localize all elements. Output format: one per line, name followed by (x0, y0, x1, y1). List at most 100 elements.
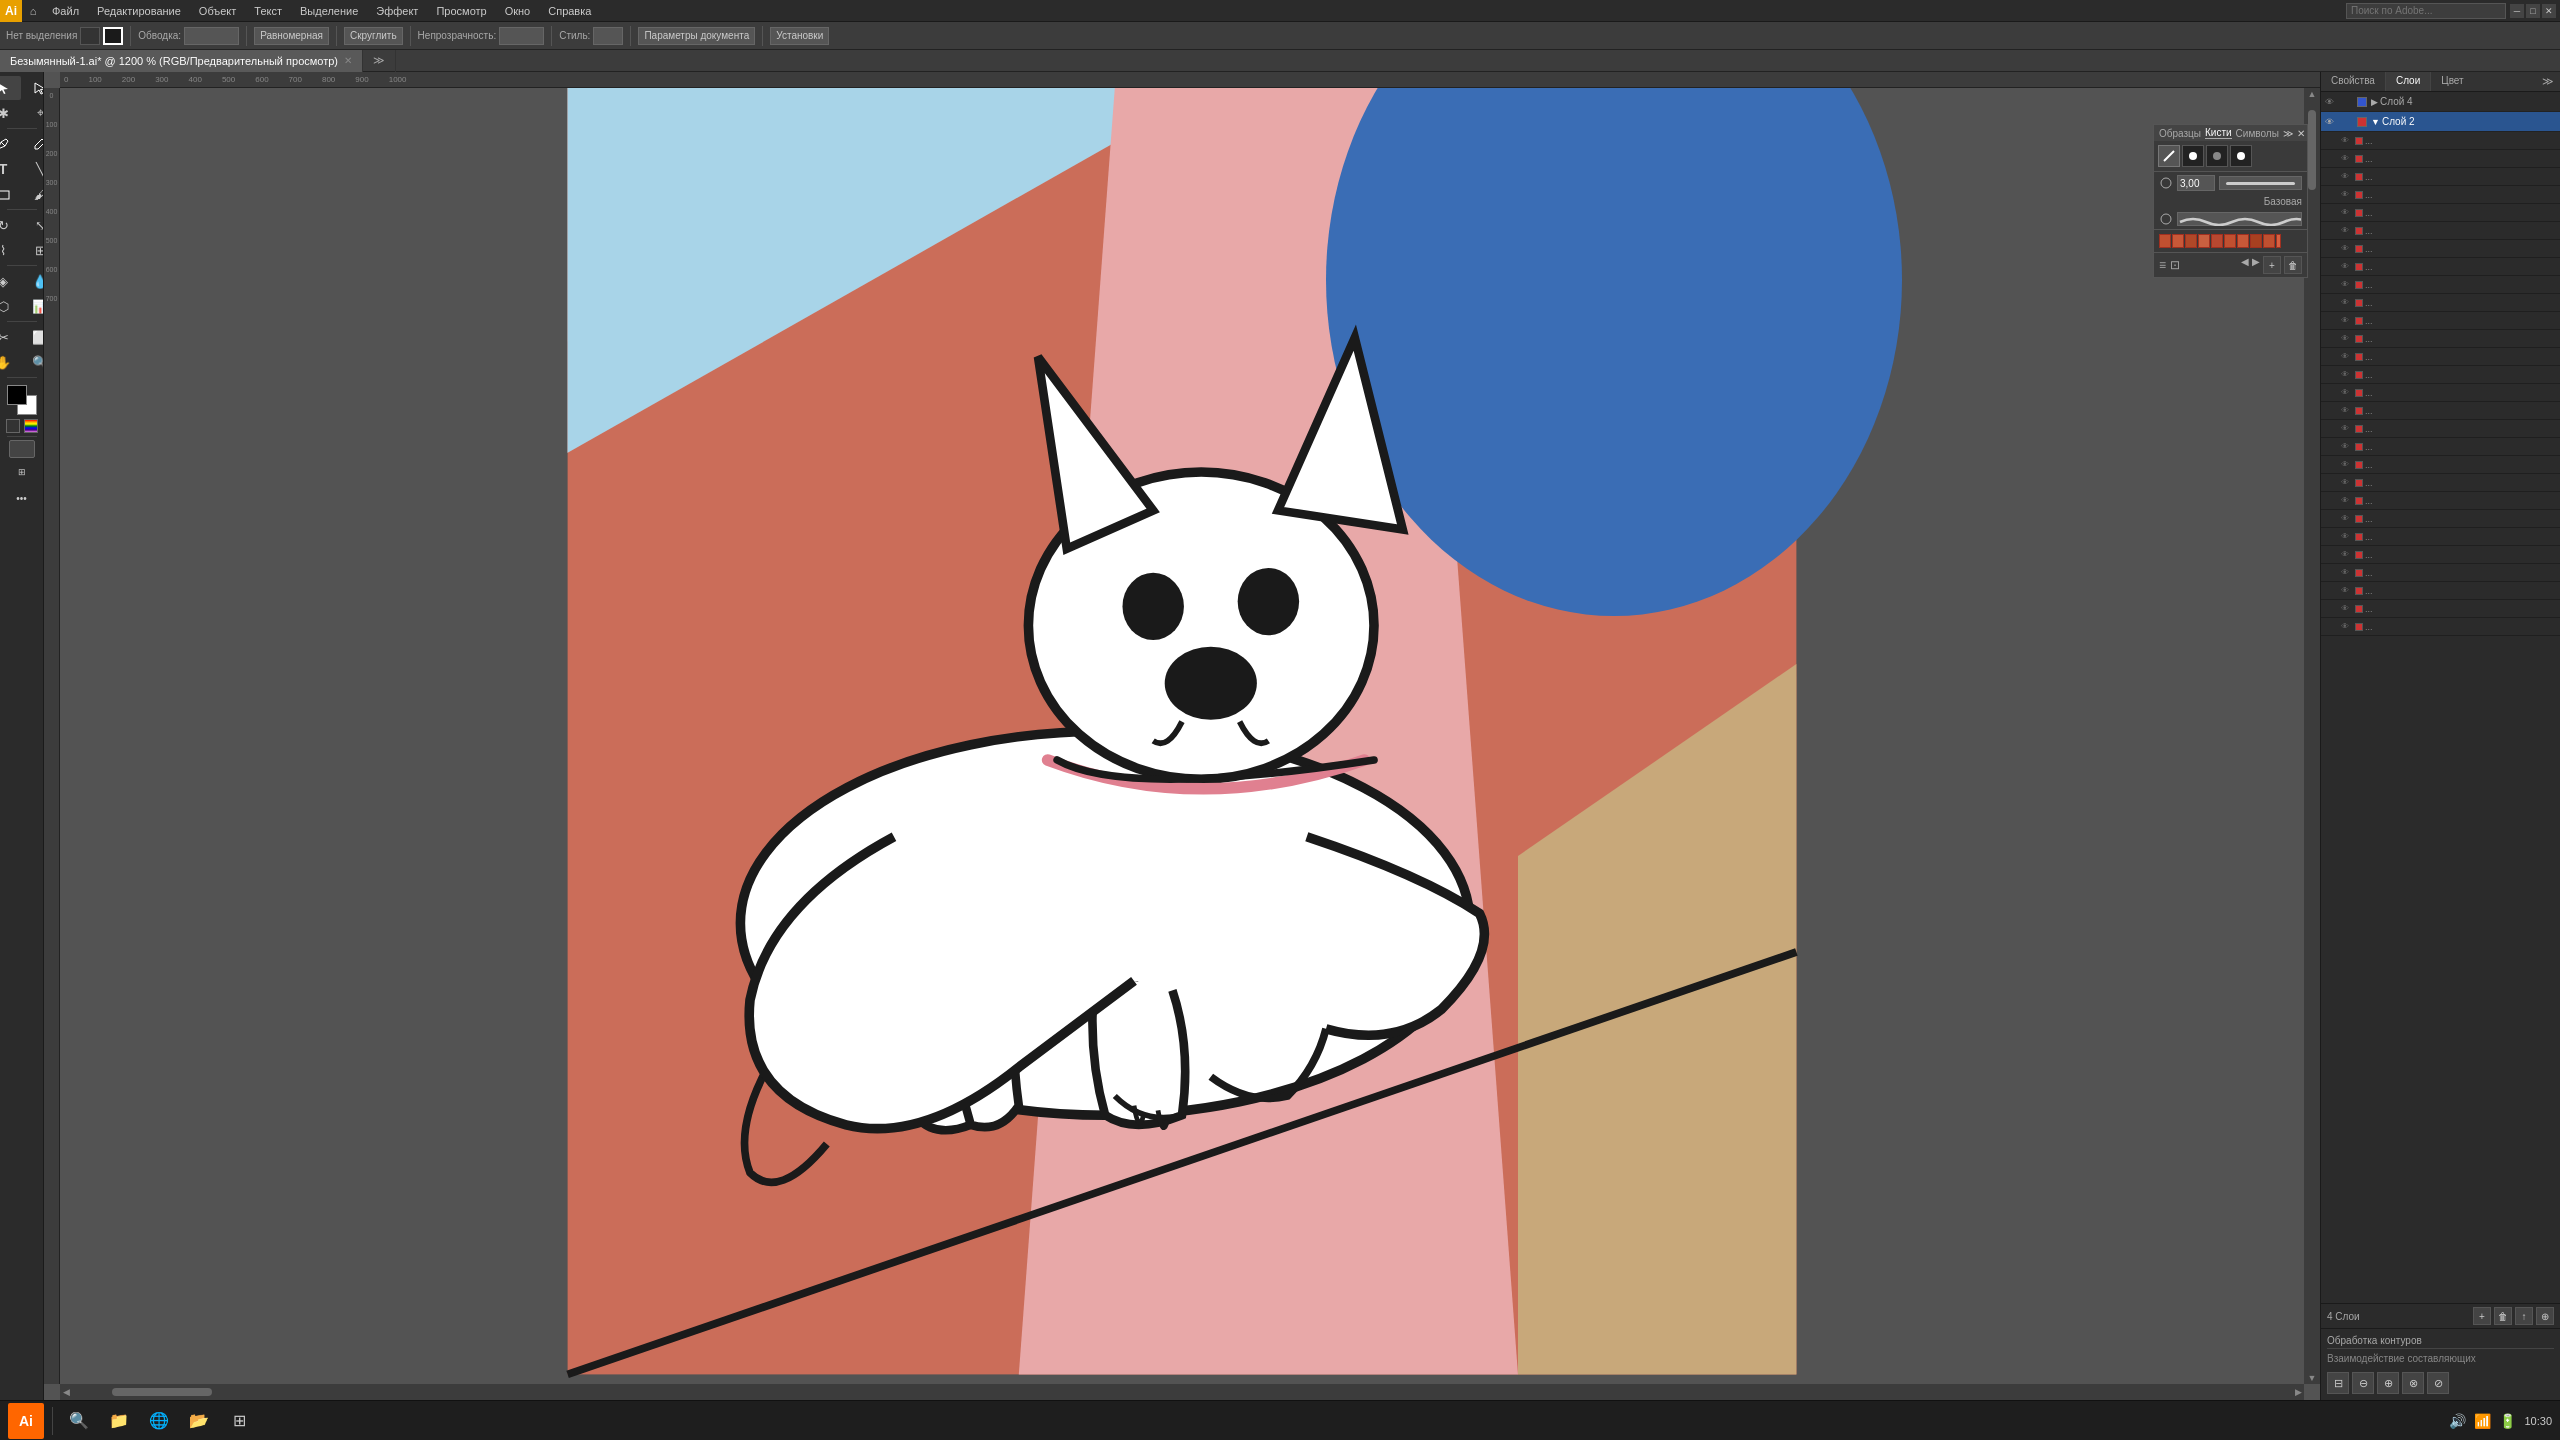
layer-2-row[interactable]: 👁 ▼ Слой 2 (2321, 112, 2560, 132)
pattern-cell[interactable] (2198, 234, 2210, 248)
sublayer-row-17[interactable]: 👁 ... (2321, 402, 2560, 420)
pattern-cell[interactable] (2159, 234, 2171, 248)
v-scrollbar[interactable]: ▲ ▼ (2304, 88, 2320, 1384)
sublayer-eye-22[interactable]: 👁 (2341, 496, 2353, 505)
brushes-nav-left[interactable]: ◀ (2241, 256, 2249, 274)
ai-logo[interactable]: Ai (8, 1403, 44, 1439)
layer-2-eye[interactable]: 👁 (2325, 117, 2339, 127)
mode-full[interactable]: ⊞ (4, 460, 40, 484)
sublayer-eye-14[interactable]: 👁 (2341, 352, 2353, 361)
tool-rotate[interactable]: ↻ (0, 213, 21, 237)
canvas-container[interactable]: 01002003004005006007008009001000 0100200… (44, 72, 2320, 1400)
sublayer-eye-25[interactable]: 👁 (2341, 550, 2353, 559)
taskbar-folder[interactable]: 📂 (181, 1403, 217, 1439)
sublayer-eye-29[interactable]: 👁 (2341, 622, 2353, 631)
scroll-down-btn[interactable]: ▼ (2304, 1372, 2320, 1384)
sublayer-eye-18[interactable]: 👁 (2341, 424, 2353, 433)
tool-type[interactable]: T (0, 157, 21, 181)
sublayer-row-3[interactable]: 👁 ... (2321, 150, 2560, 168)
brushes-tab-simvoly[interactable]: Символы (2236, 128, 2279, 139)
sublayer-row-21[interactable]: 👁 ... (2321, 474, 2560, 492)
sublayer-eye-8[interactable]: 👁 (2341, 244, 2353, 253)
sublayer-eye-16[interactable]: 👁 (2341, 388, 2353, 397)
layer-move-btn[interactable]: ↑ (2515, 1307, 2533, 1325)
brushes-new-btn[interactable]: + (2263, 256, 2281, 274)
pattern-cell[interactable] (2263, 234, 2275, 248)
tool-zoom-canvas[interactable]: 🔍 (22, 350, 44, 374)
scroll-up-btn[interactable]: ▲ (2304, 88, 2320, 100)
sublayer-row-20[interactable]: 👁 ... (2321, 456, 2560, 474)
pattern-cell[interactable] (2211, 234, 2223, 248)
menu-view[interactable]: Просмотр (428, 3, 494, 19)
layer-4-row[interactable]: 👁 ▶ Слой 4 (2321, 92, 2560, 112)
v-scroll-track[interactable] (2304, 100, 2320, 1372)
swatch-pair[interactable] (7, 385, 37, 415)
brushes-panel-close[interactable]: ✕ (2297, 128, 2305, 139)
layer-delete-btn[interactable]: 🗑 (2494, 1307, 2512, 1325)
brushes-nav-right[interactable]: ▶ (2252, 256, 2260, 274)
close-button[interactable]: ✕ (2542, 4, 2556, 18)
tool-warp[interactable]: ⌇ (0, 238, 21, 262)
menu-select[interactable]: Выделение (292, 3, 366, 19)
pattern-cell[interactable] (2237, 234, 2249, 248)
ustanovki-btn[interactable]: Установки (770, 27, 829, 45)
tray-network[interactable]: 🔊 (2449, 1413, 2466, 1429)
tool-gradient[interactable]: ◈ (0, 269, 21, 293)
sublayer-eye-10[interactable]: 👁 (2341, 280, 2353, 289)
sublayer-eye-7[interactable]: 👁 (2341, 226, 2353, 235)
sublayer-row-9[interactable]: 👁 ... (2321, 258, 2560, 276)
taskbar-windows[interactable]: ⊞ (221, 1403, 257, 1439)
brush-type-bristle[interactable] (2230, 145, 2252, 167)
tool-rectangle[interactable] (0, 182, 21, 206)
sublayer-eye-9[interactable]: 👁 (2341, 262, 2353, 271)
tool-eyedropper[interactable]: 💧 (22, 269, 44, 293)
sublayer-row-7[interactable]: 👁 ... (2321, 222, 2560, 240)
layer-new-btn[interactable]: + (2473, 1307, 2491, 1325)
sublayer-eye-5[interactable]: 👁 (2341, 190, 2353, 199)
tab-close-icon[interactable]: ✕ (344, 55, 352, 66)
sublayer-row-18[interactable]: 👁 ... (2321, 420, 2560, 438)
doc-tab-options[interactable]: ≫ (363, 50, 396, 72)
pattern-cell[interactable] (2185, 234, 2197, 248)
search-input[interactable] (2346, 3, 2506, 19)
sublayer-eye-11[interactable]: 👁 (2341, 298, 2353, 307)
brush-type-scatter[interactable] (2182, 145, 2204, 167)
tool-scale[interactable]: ⤡ (22, 213, 44, 237)
tab-color[interactable]: Цвет (2431, 72, 2473, 91)
menu-help[interactable]: Справка (540, 3, 599, 19)
prop-unite-btn[interactable]: ⊟ (2327, 1372, 2349, 1394)
sublayer-row-5[interactable]: 👁 ... (2321, 186, 2560, 204)
mode-normal[interactable] (9, 440, 35, 458)
panel-expand-btn[interactable]: ≫ (2536, 72, 2560, 91)
sublayer-row-29[interactable]: 👁 ... (2321, 618, 2560, 636)
pattern-cell[interactable] (2224, 234, 2236, 248)
h-scroll-thumb[interactable] (112, 1388, 212, 1396)
doc-tab-main[interactable]: Безымянный-1.ai* @ 1200 % (RGB/Предварит… (0, 50, 363, 72)
clock[interactable]: 10:30 (2524, 1415, 2552, 1427)
opacity-value[interactable]: 100% (499, 27, 544, 45)
sublayer-row-11[interactable]: 👁 ... (2321, 294, 2560, 312)
layer-2-arrow[interactable]: ▼ (2371, 117, 2380, 127)
menu-effect[interactable]: Эффект (368, 3, 426, 19)
layer-copy-btn[interactable]: ⊕ (2536, 1307, 2554, 1325)
sublayer-eye-23[interactable]: 👁 (2341, 514, 2353, 523)
taskbar-file[interactable]: 📁 (101, 1403, 137, 1439)
sublayer-row-10[interactable]: 👁 ... (2321, 276, 2560, 294)
sublayer-row-8[interactable]: 👁 ... (2321, 240, 2560, 258)
params-btn[interactable]: Параметры документа (638, 27, 755, 45)
sublayer-eye-15[interactable]: 👁 (2341, 370, 2353, 379)
brushes-panel-menu[interactable]: ≫ (2283, 128, 2293, 139)
prop-divide-btn[interactable]: ⊘ (2427, 1372, 2449, 1394)
tool-brush[interactable]: 🖌 (22, 182, 44, 206)
prop-intersect-btn[interactable]: ⊕ (2377, 1372, 2399, 1394)
sublayer-row-25[interactable]: 👁 ... (2321, 546, 2560, 564)
sublayer-row-12[interactable]: 👁 ... (2321, 312, 2560, 330)
tool-chart[interactable]: 📊 (22, 294, 44, 318)
sublayer-eye-20[interactable]: 👁 (2341, 460, 2353, 469)
menu-edit[interactable]: Редактирование (89, 3, 189, 19)
sublayer-row-14[interactable]: 👁 ... (2321, 348, 2560, 366)
sublayer-eye-6[interactable]: 👁 (2341, 208, 2353, 217)
sublayer-eye-12[interactable]: 👁 (2341, 316, 2353, 325)
sublayer-eye-13[interactable]: 👁 (2341, 334, 2353, 343)
v-scroll-thumb[interactable] (2308, 110, 2316, 190)
